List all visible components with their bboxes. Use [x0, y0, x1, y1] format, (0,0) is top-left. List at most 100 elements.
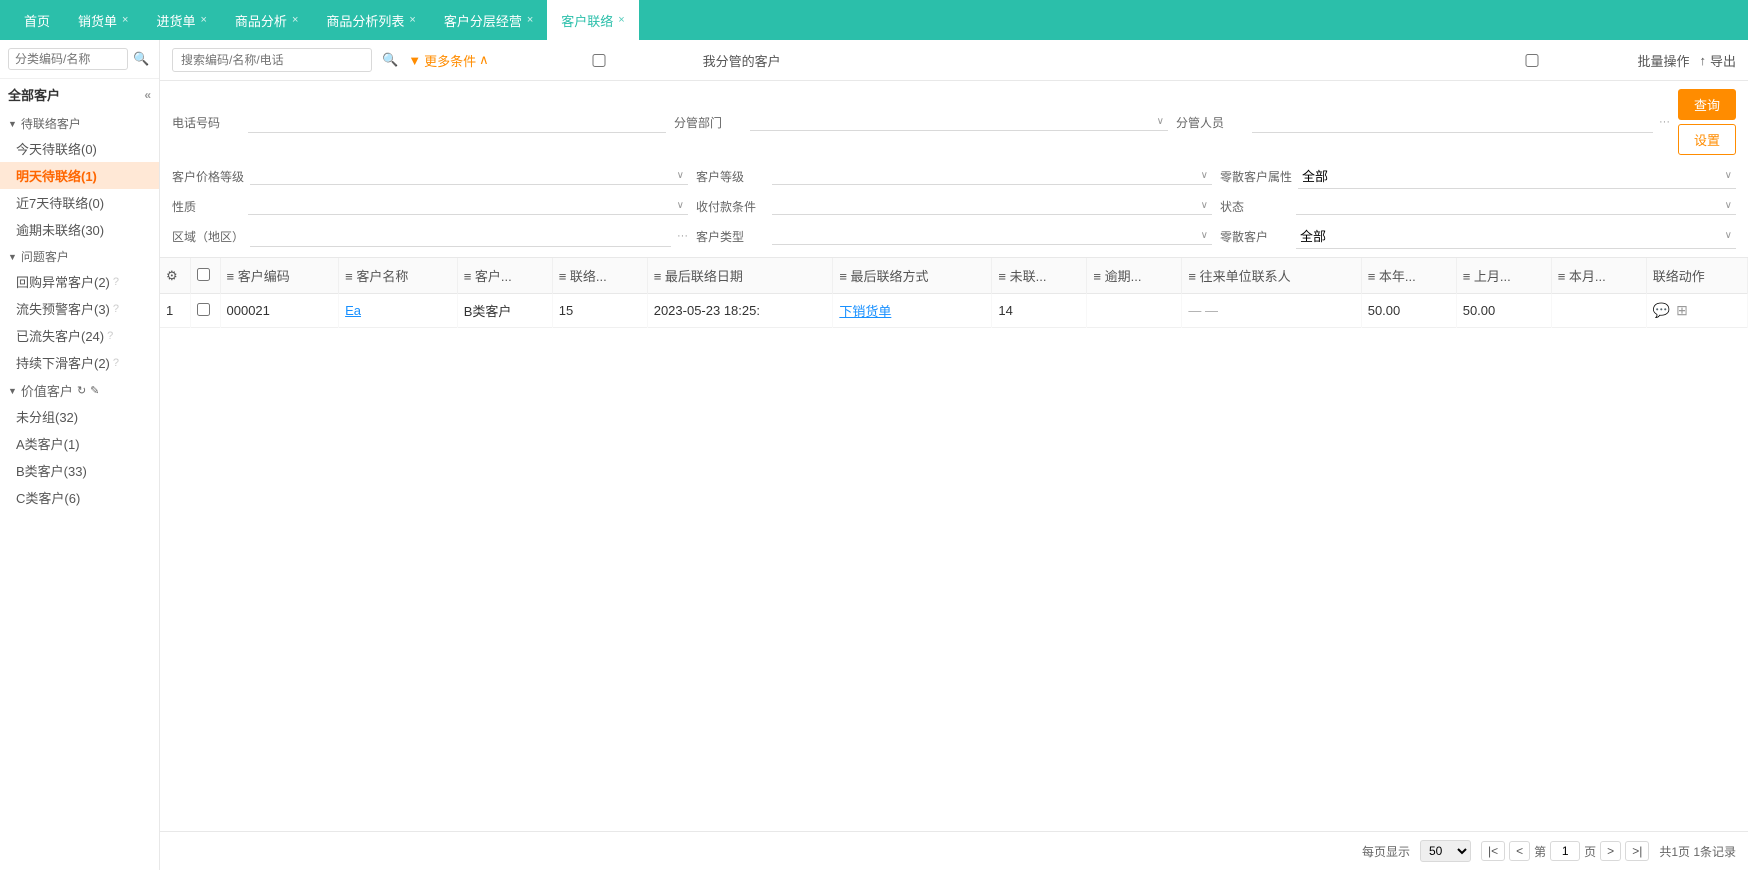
sidebar-item-ungrouped[interactable]: 未分组(32) — [0, 403, 159, 430]
sidebar-item-class-c[interactable]: C类客户(6) — [0, 484, 159, 511]
status-select[interactable]: ∨ — [1296, 197, 1736, 215]
nav-customer-segmentation[interactable]: 客户分层经营 × — [430, 0, 547, 40]
col-overdue[interactable]: ≡ 逾期... — [1087, 258, 1182, 294]
prev-page-btn[interactable]: < — [1509, 841, 1530, 861]
sidebar-item-churn-warning[interactable]: 流失预警客户(3) ? — [0, 295, 159, 322]
action-comment-icon[interactable]: 💬 — [1653, 302, 1670, 319]
sidebar-search-icon[interactable]: 🔍 — [133, 51, 149, 67]
col-customer-name[interactable]: ≡ 客户名称 — [339, 258, 458, 294]
page-number-input[interactable] — [1550, 841, 1580, 861]
col-last-contact-method[interactable]: ≡ 最后联络方式 — [833, 258, 992, 294]
sidebar-item-declining[interactable]: 持续下滑客户(2) ? — [0, 349, 159, 376]
query-button[interactable]: 查询 — [1678, 89, 1736, 120]
row-name[interactable]: Ea — [339, 294, 458, 328]
sidebar-item-class-b[interactable]: B类客户(33) — [0, 457, 159, 484]
sidebar-item-overdue[interactable]: 逾期未联络(30) — [0, 216, 159, 243]
col-settings[interactable]: ⚙ — [160, 258, 190, 294]
nav-purchase-order[interactable]: 进货单 × — [142, 0, 220, 40]
refresh-icon[interactable]: ↻ — [77, 384, 86, 397]
sidebar-item-7days[interactable]: 近7天待联络(0) — [0, 189, 159, 216]
gender-select[interactable]: ∨ — [248, 197, 688, 215]
row-select-checkbox[interactable] — [197, 303, 210, 316]
filter-dept: 分管部门 ∨ — [674, 113, 1168, 131]
edit-icon[interactable]: ✎ — [90, 384, 99, 397]
filter-retail-attr: 零散客户属性 全部∨ — [1220, 163, 1736, 189]
my-customers-check[interactable] — [499, 54, 699, 67]
col-checkbox[interactable] — [190, 258, 220, 294]
nav-product-analysis-list[interactable]: 商品分析列表 × — [312, 0, 429, 40]
nav-customer-contact[interactable]: 客户联络 × — [547, 0, 638, 40]
select-all-checkbox[interactable] — [197, 268, 210, 281]
sidebar-item-repurchase-abnormal[interactable]: 回购异常客户(2) ? — [0, 268, 159, 295]
section-problem-customers[interactable]: 问题客户 — [0, 243, 159, 268]
sidebar: 🔍 全部客户 « 待联络客户 今天待联络(0) 明天待联络(1) 近7天待联络(… — [0, 40, 160, 870]
manager-ellipsis[interactable]: ··· — [1659, 116, 1670, 128]
sidebar-item-class-a[interactable]: A类客户(1) — [0, 430, 159, 457]
sidebar-item-today[interactable]: 今天待联络(0) — [0, 135, 159, 162]
more-conditions-btn[interactable]: ▼ 更多条件 ∧ — [408, 51, 488, 70]
customer-table: ⚙ ≡ 客户编码 ≡ 客户名称 ≡ 客户... ≡ 联络... ≡ 最后联络日期… — [160, 258, 1748, 328]
batch-ops-btn[interactable]: 批量操作 — [1432, 51, 1689, 70]
sidebar-item-churned[interactable]: 已流失客户(24) ? — [0, 322, 159, 349]
section-value-customers[interactable]: 价值客户 ↻ ✎ — [0, 376, 159, 403]
main-search-icon[interactable]: 🔍 — [382, 52, 398, 68]
col-unit-contact[interactable]: ≡ 往来单位联系人 — [1182, 258, 1361, 294]
col-name-sort: ≡ — [345, 269, 353, 284]
retail-customer-select[interactable]: 全部∨ — [1296, 223, 1736, 249]
first-page-btn[interactable]: |< — [1481, 841, 1505, 861]
retail-attr-select[interactable]: 全部∨ — [1298, 163, 1736, 189]
payment-select[interactable]: ∨ — [772, 197, 1212, 215]
action-more-icon[interactable]: ⊞ — [1676, 302, 1688, 319]
settings-button[interactable]: 设置 — [1678, 124, 1736, 155]
col-contact-count[interactable]: ≡ 联络... — [552, 258, 647, 294]
batch-ops-check[interactable] — [1432, 54, 1632, 67]
col-customer-code[interactable]: ≡ 客户编码 — [220, 258, 339, 294]
col-this-month[interactable]: ≡ 本月... — [1551, 258, 1646, 294]
row-uncontact: 14 — [992, 294, 1087, 328]
nav-sales-order[interactable]: 销货单 × — [64, 0, 142, 40]
filter-row-4: 区域（地区） ··· 客户类型 ∨ 零散客户 全部∨ — [172, 223, 1736, 249]
row-last-method[interactable]: 下销货单 — [833, 294, 992, 328]
data-table-wrapper: ⚙ ≡ 客户编码 ≡ 客户名称 ≡ 客户... ≡ 联络... ≡ 最后联络日期… — [160, 258, 1748, 831]
filter-customer-level: 客户等级 ∨ — [696, 167, 1212, 185]
nav-product-analysis[interactable]: 商品分析 × — [221, 0, 312, 40]
section-pending-contact[interactable]: 待联络客户 — [0, 110, 159, 135]
col-date-sort: ≡ — [654, 269, 662, 284]
collapse-icon[interactable]: « — [144, 88, 151, 102]
close-product-list-icon[interactable]: × — [409, 14, 415, 26]
phone-input[interactable] — [248, 112, 666, 133]
col-customer-type[interactable]: ≡ 客户... — [457, 258, 552, 294]
row-checkbox[interactable] — [190, 294, 220, 328]
all-customers-title[interactable]: 全部客户 « — [0, 79, 159, 110]
col-last-contact-date[interactable]: ≡ 最后联络日期 — [647, 258, 833, 294]
col-last-month[interactable]: ≡ 上月... — [1456, 258, 1551, 294]
row-last-date: 2023-05-23 18:25: — [647, 294, 833, 328]
close-sales-order-icon[interactable]: × — [122, 14, 128, 26]
col-this-year[interactable]: ≡ 本年... — [1361, 258, 1456, 294]
filter-row-2: 客户价格等级 ∨ 客户等级 ∨ 零散客户属性 全部∨ — [172, 163, 1736, 189]
my-customers-checkbox[interactable]: 我分管的客户 — [499, 51, 781, 70]
last-page-btn[interactable]: >| — [1625, 841, 1649, 861]
help-icon-4: ? — [113, 357, 119, 369]
customer-type-select[interactable]: ∨ — [772, 227, 1212, 245]
region-input[interactable] — [250, 226, 671, 247]
export-btn[interactable]: ↑ 导出 — [1699, 51, 1736, 70]
dept-select[interactable]: ∨ — [750, 113, 1168, 131]
price-level-select[interactable]: ∨ — [250, 167, 688, 185]
sidebar-search-input[interactable] — [8, 48, 128, 70]
main-search-input[interactable] — [172, 48, 372, 72]
region-ellipsis[interactable]: ··· — [677, 230, 688, 242]
customer-level-select[interactable]: ∨ — [772, 167, 1212, 185]
close-segmentation-icon[interactable]: × — [527, 14, 533, 26]
filter-region: 区域（地区） ··· — [172, 226, 688, 247]
close-purchase-order-icon[interactable]: × — [200, 14, 206, 26]
row-this-month — [1551, 294, 1646, 328]
sidebar-item-tomorrow[interactable]: 明天待联络(1) — [0, 162, 159, 189]
close-product-analysis-icon[interactable]: × — [292, 14, 298, 26]
nav-home[interactable]: 首页 — [10, 0, 64, 40]
manager-input[interactable] — [1252, 112, 1653, 133]
next-page-btn[interactable]: > — [1600, 841, 1621, 861]
close-contact-icon[interactable]: × — [618, 14, 624, 26]
per-page-select[interactable]: 50 100 200 — [1420, 840, 1471, 862]
col-uncontact-days[interactable]: ≡ 未联... — [992, 258, 1087, 294]
